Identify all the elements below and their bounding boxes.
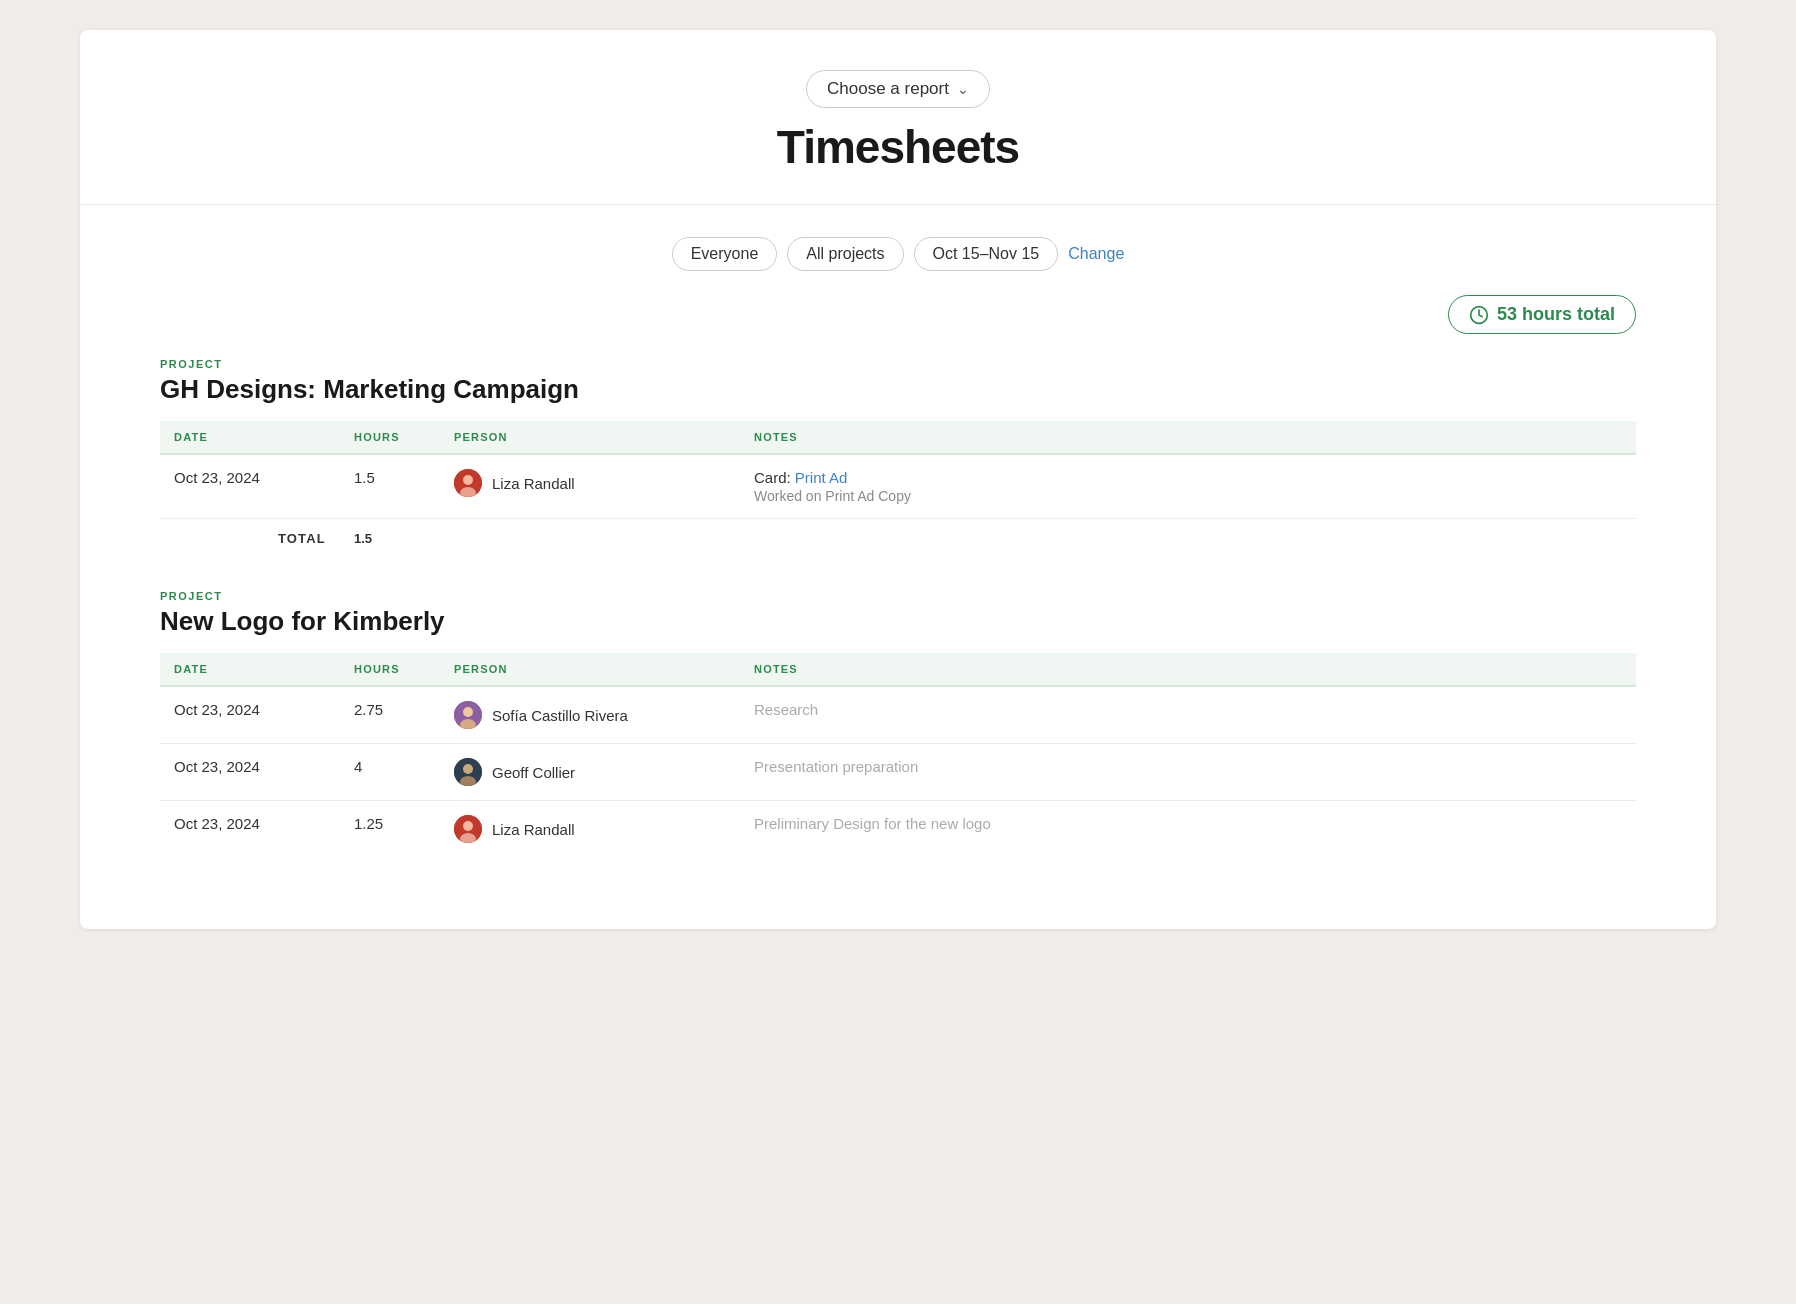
col-header-hours: Hours: [340, 421, 440, 454]
table-row: Oct 23, 2024 2.75: [160, 686, 1636, 744]
project-name-new-logo: New Logo for Kimberly: [160, 606, 1636, 637]
header-section: Choose a report ⌄ Timesheets: [80, 30, 1716, 205]
change-link[interactable]: Change: [1068, 245, 1124, 263]
report-chooser-label: Choose a report: [827, 79, 949, 99]
person-cell: Geoff Collier: [454, 758, 726, 786]
svg-point-8: [463, 764, 473, 774]
avatar: [454, 815, 482, 843]
cell-date: Oct 23, 2024: [160, 801, 340, 858]
avatar: [454, 701, 482, 729]
note-text: Presentation preparation: [754, 758, 918, 775]
project-block-gh-designs: Project GH Designs: Marketing Campaign D…: [160, 358, 1636, 558]
person-cell: Liza Randall: [454, 815, 726, 843]
cell-hours: 1.5: [340, 454, 440, 519]
everyone-filter-button[interactable]: Everyone: [672, 237, 778, 271]
project-name-gh-designs: GH Designs: Marketing Campaign: [160, 374, 1636, 405]
person-cell: Liza Randall: [454, 469, 726, 497]
page-title: Timesheets: [120, 120, 1676, 174]
total-empty-person: [440, 519, 740, 559]
timesheet-table-new-logo: Date Hours Person Notes Oct 23, 2024 2.7…: [160, 653, 1636, 857]
avatar-image-sofia: [454, 701, 482, 729]
avatar-image-liza2: [454, 815, 482, 843]
cell-hours: 4: [340, 744, 440, 801]
col-header-date: Date: [160, 421, 340, 454]
person-name: Geoff Collier: [492, 764, 575, 781]
avatar-image: [454, 469, 482, 497]
col-header-person-2: Person: [440, 653, 740, 686]
cell-person: Liza Randall: [440, 454, 740, 519]
person-name: Liza Randall: [492, 821, 575, 838]
table-header-row: Date Hours Person Notes: [160, 421, 1636, 454]
cell-date: Oct 23, 2024: [160, 454, 340, 519]
note-prefix: Card:: [754, 469, 795, 486]
project-block-new-logo: Project New Logo for Kimberly Date Hours…: [160, 590, 1636, 857]
note-card-text: Card: Print Ad: [754, 469, 1622, 486]
person-name: Sofía Castillo Rivera: [492, 707, 628, 724]
report-chooser-dropdown[interactable]: Choose a report ⌄: [806, 70, 990, 108]
cell-notes: Card: Print Ad Worked on Print Ad Copy: [740, 454, 1636, 519]
svg-point-11: [463, 821, 473, 831]
avatar: [454, 758, 482, 786]
hours-total-label: 53 hours total: [1497, 304, 1615, 325]
total-row: Total 1.5: [160, 519, 1636, 559]
cell-notes: Research: [740, 686, 1636, 744]
date-range-filter-button[interactable]: Oct 15–Nov 15: [914, 237, 1059, 271]
note-secondary: Worked on Print Ad Copy: [754, 488, 1622, 504]
table-row: Oct 23, 2024 4: [160, 744, 1636, 801]
project-section-label-2: Project: [160, 590, 1636, 602]
filters-section: Everyone All projects Oct 15–Nov 15 Chan…: [80, 205, 1716, 291]
timesheet-table-gh-designs: Date Hours Person Notes Oct 23, 2024 1.5: [160, 421, 1636, 558]
svg-point-2: [463, 475, 473, 485]
cell-person: Sofía Castillo Rivera: [440, 686, 740, 744]
cell-date: Oct 23, 2024: [160, 744, 340, 801]
table-row: Oct 23, 2024 1.25: [160, 801, 1636, 858]
cell-date: Oct 23, 2024: [160, 686, 340, 744]
note-card-link[interactable]: Print Ad: [795, 469, 848, 486]
cell-person: Geoff Collier: [440, 744, 740, 801]
svg-point-5: [463, 707, 473, 717]
project-section-label: Project: [160, 358, 1636, 370]
table-header-row-2: Date Hours Person Notes: [160, 653, 1636, 686]
col-header-notes: Notes: [740, 421, 1636, 454]
person-cell: Sofía Castillo Rivera: [454, 701, 726, 729]
note-text: Preliminary Design for the new logo: [754, 815, 991, 832]
total-label: Total: [160, 519, 340, 559]
col-header-person: Person: [440, 421, 740, 454]
avatar-image-geoff: [454, 758, 482, 786]
hours-total-row: 53 hours total: [80, 291, 1716, 358]
total-empty-notes: [740, 519, 1636, 559]
cell-notes: Preliminary Design for the new logo: [740, 801, 1636, 858]
cell-hours: 1.25: [340, 801, 440, 858]
avatar: [454, 469, 482, 497]
note-text: Research: [754, 701, 818, 718]
projects-filter-button[interactable]: All projects: [787, 237, 903, 271]
clock-icon: [1469, 305, 1489, 325]
col-header-notes-2: Notes: [740, 653, 1636, 686]
table-row: Oct 23, 2024 1.5: [160, 454, 1636, 519]
content-section: Project GH Designs: Marketing Campaign D…: [80, 358, 1716, 929]
chevron-down-icon: ⌄: [957, 81, 969, 97]
cell-notes: Presentation preparation: [740, 744, 1636, 801]
col-header-hours-2: Hours: [340, 653, 440, 686]
col-header-date-2: Date: [160, 653, 340, 686]
hours-total-badge: 53 hours total: [1448, 295, 1636, 334]
cell-person: Liza Randall: [440, 801, 740, 858]
person-name: Liza Randall: [492, 475, 575, 492]
total-value: 1.5: [340, 519, 440, 559]
cell-hours: 2.75: [340, 686, 440, 744]
main-card: Choose a report ⌄ Timesheets Everyone Al…: [80, 30, 1716, 929]
